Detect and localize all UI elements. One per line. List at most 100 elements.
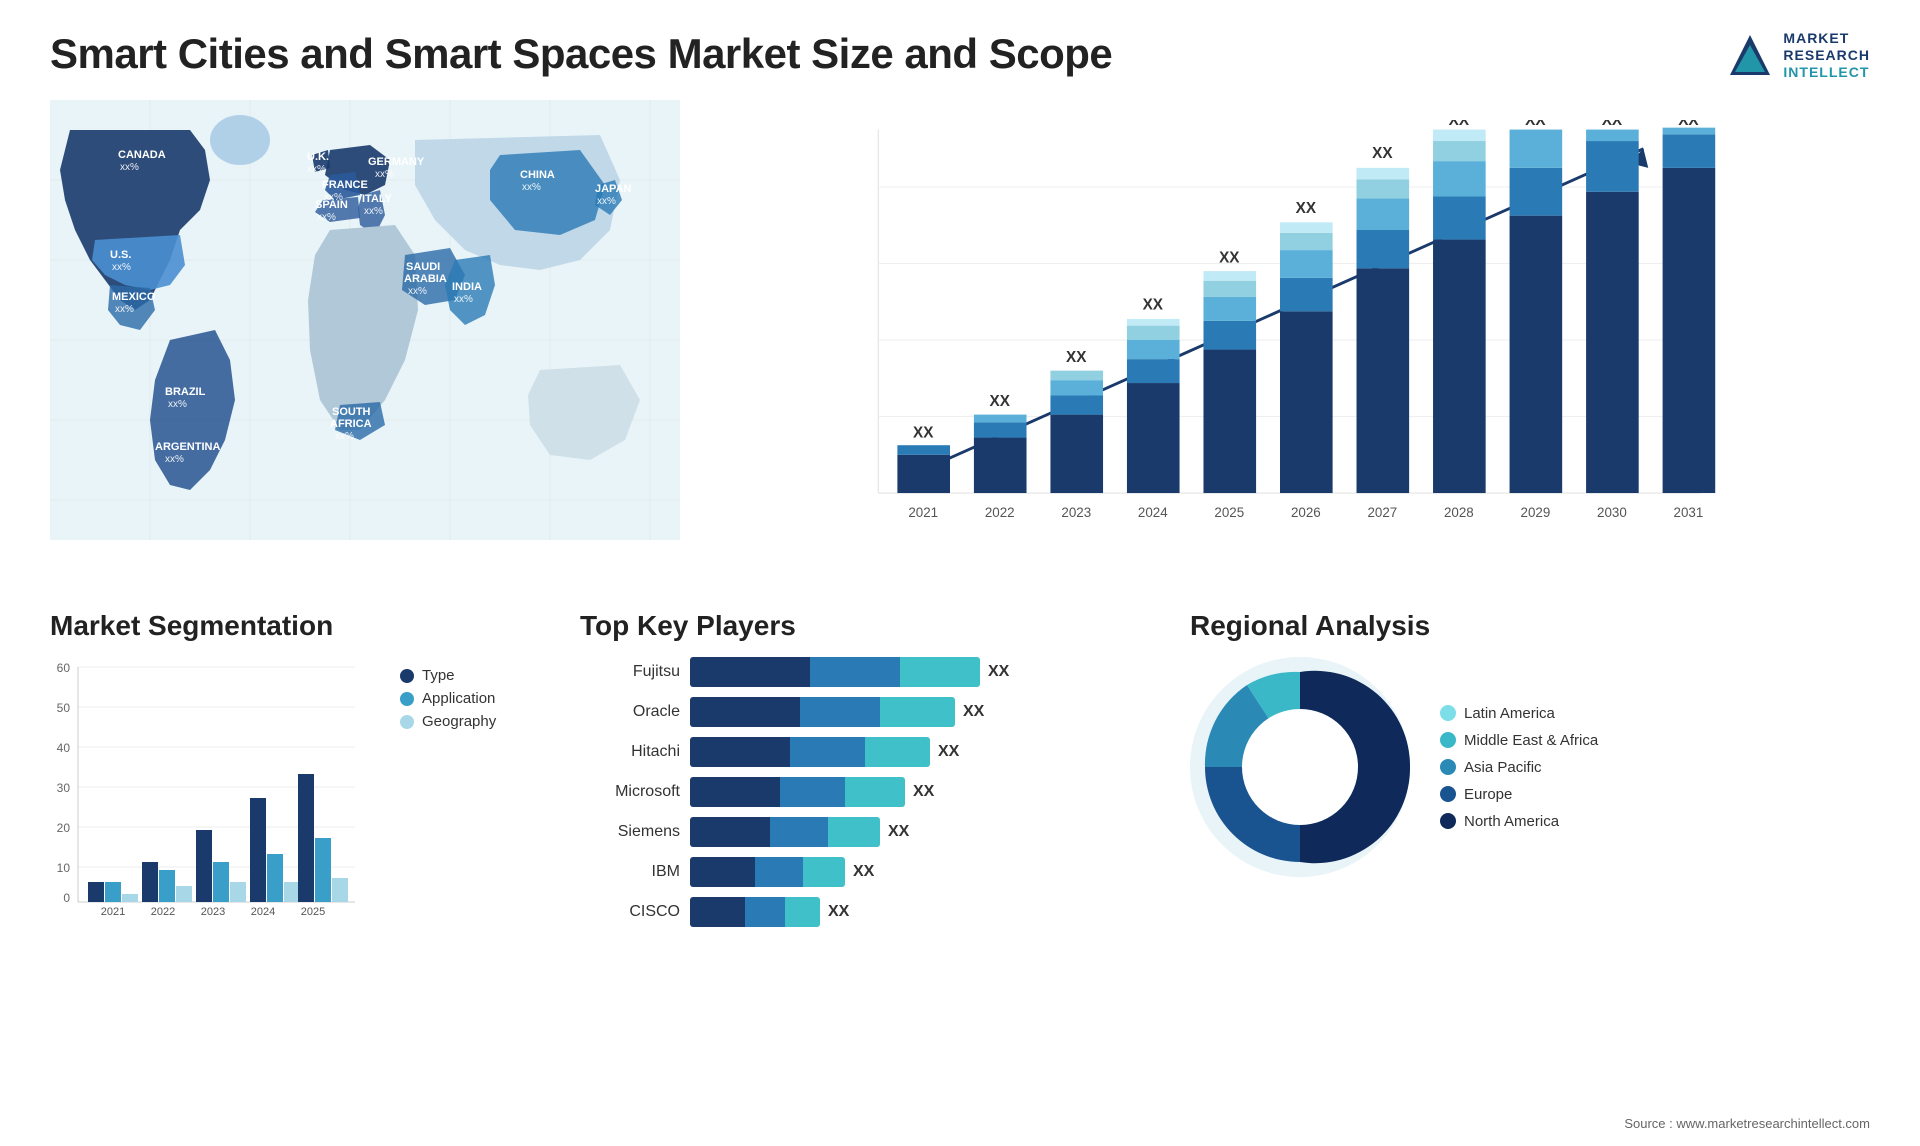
svg-text:0: 0	[63, 891, 70, 905]
market-seg-title: Market Segmentation	[50, 610, 550, 642]
svg-text:xx%: xx%	[168, 399, 187, 410]
svg-text:2027: 2027	[1367, 505, 1397, 520]
regional-analysis-title: Regional Analysis	[1190, 610, 1870, 642]
legend-dot-application	[400, 692, 414, 706]
legend-label-apac: Asia Pacific	[1464, 759, 1542, 776]
legend-dot-latin	[1440, 705, 1456, 721]
svg-text:2022: 2022	[151, 906, 175, 918]
bar-seg2	[755, 857, 803, 887]
bar-seg3	[828, 817, 880, 847]
bar-seg2	[780, 777, 845, 807]
page-title: Smart Cities and Smart Spaces Market Siz…	[50, 30, 1112, 78]
legend-label-geography: Geography	[422, 713, 496, 730]
player-bar-fujitsu: XX	[690, 657, 1160, 687]
svg-text:10: 10	[57, 861, 71, 875]
svg-text:JAPAN: JAPAN	[595, 183, 632, 195]
legend-dot-mea	[1440, 732, 1456, 748]
svg-text:2026: 2026	[1291, 505, 1321, 520]
svg-text:CHINA: CHINA	[520, 169, 555, 181]
svg-text:XX: XX	[1143, 297, 1164, 314]
seg-chart-and-legend: 60 50 40 30 20 10 0	[50, 657, 550, 927]
player-bar-siemens: XX	[690, 817, 1160, 847]
svg-text:XX: XX	[1449, 120, 1470, 129]
player-name-cisco: CISCO	[580, 903, 680, 921]
bar-seg2	[810, 657, 900, 687]
svg-text:ARABIA: ARABIA	[404, 273, 447, 285]
svg-text:XX: XX	[1296, 200, 1317, 217]
svg-text:xx%: xx%	[454, 294, 473, 305]
svg-text:XX: XX	[1219, 250, 1240, 267]
svg-text:xx%: xx%	[317, 212, 336, 223]
legend-item-geography: Geography	[400, 713, 496, 730]
svg-text:ITALY: ITALY	[362, 193, 393, 205]
svg-text:2030: 2030	[1597, 505, 1627, 520]
donut-area: Latin America Middle East & Africa Asia …	[1190, 657, 1870, 877]
svg-text:XX: XX	[1372, 146, 1393, 163]
svg-text:XX: XX	[1066, 349, 1087, 366]
svg-text:U.K.: U.K.	[307, 151, 329, 163]
svg-text:2024: 2024	[251, 906, 275, 918]
player-name-microsoft: Microsoft	[580, 783, 680, 801]
player-row-siemens: Siemens XX	[580, 817, 1160, 847]
bar-seg2	[800, 697, 880, 727]
legend-dot-geography	[400, 715, 414, 729]
player-row-hitachi: Hitachi XX	[580, 737, 1160, 767]
svg-text:AFRICA: AFRICA	[330, 418, 372, 430]
svg-text:XX: XX	[990, 393, 1011, 410]
svg-text:U.S.: U.S.	[110, 249, 131, 261]
bar-seg1	[690, 817, 770, 847]
key-players-title: Top Key Players	[580, 610, 1160, 642]
svg-text:50: 50	[57, 701, 71, 715]
svg-text:60: 60	[57, 661, 71, 675]
seg-chart-svg: 60 50 40 30 20 10 0	[50, 657, 360, 927]
player-row-ibm: IBM XX	[580, 857, 1160, 887]
legend-dot-apac	[1440, 759, 1456, 775]
bar-seg3	[900, 657, 980, 687]
legend-label-mea: Middle East & Africa	[1464, 732, 1598, 749]
legend-item-europe: Europe	[1440, 786, 1598, 803]
bar-seg3	[803, 857, 845, 887]
player-row-fujitsu: Fujitsu XX	[580, 657, 1160, 687]
logo-text: MARKET RESEARCH INTELLECT	[1783, 30, 1870, 80]
legend-item-na: North America	[1440, 813, 1598, 830]
bar-seg1	[690, 657, 810, 687]
key-players-section: Top Key Players Fujitsu XX	[580, 610, 1160, 927]
svg-text:2031: 2031	[1674, 505, 1704, 520]
svg-text:xx%: xx%	[375, 169, 394, 180]
canada-label: CANADA	[118, 149, 166, 161]
logo-box: MARKET RESEARCH INTELLECT	[1725, 30, 1870, 80]
legend-item-type: Type	[400, 667, 496, 684]
legend-item-latin: Latin America	[1440, 705, 1598, 722]
svg-text:xx%: xx%	[522, 182, 541, 193]
svg-text:2023: 2023	[201, 906, 225, 918]
bar-seg1	[690, 737, 790, 767]
legend-label-na: North America	[1464, 813, 1559, 830]
bar-seg3	[845, 777, 905, 807]
svg-text:SAUDI: SAUDI	[406, 261, 440, 273]
svg-text:30: 30	[57, 781, 71, 795]
legend-dot-na	[1440, 813, 1456, 829]
legend-dot-europe	[1440, 786, 1456, 802]
player-name-fujitsu: Fujitsu	[580, 663, 680, 681]
donut-chart	[1190, 657, 1410, 877]
svg-text:xx%: xx%	[335, 431, 354, 442]
legend-label-europe: Europe	[1464, 786, 1512, 803]
svg-text:xx%: xx%	[364, 206, 383, 217]
svg-text:2024: 2024	[1138, 505, 1168, 520]
svg-text:ARGENTINA: ARGENTINA	[155, 441, 220, 453]
svg-text:xx%: xx%	[115, 304, 134, 315]
market-segmentation: Market Segmentation 60 50 40 30 20 10 0	[50, 610, 550, 927]
legend-label-latin: Latin America	[1464, 705, 1555, 722]
player-row-oracle: Oracle XX	[580, 697, 1160, 727]
player-row-cisco: CISCO XX	[580, 897, 1160, 927]
player-row-microsoft: Microsoft XX	[580, 777, 1160, 807]
svg-text:2021: 2021	[101, 906, 125, 918]
svg-text:INDIA: INDIA	[452, 281, 482, 293]
player-bar-microsoft: XX	[690, 777, 1160, 807]
world-map: CANADA xx% U.S. xx% MEXICO xx% BRAZIL xx…	[50, 100, 680, 540]
bar-seg3	[880, 697, 955, 727]
bar-seg1	[690, 697, 800, 727]
source-text: Source : www.marketresearchintellect.com	[1624, 1116, 1870, 1131]
legend-item-mea: Middle East & Africa	[1440, 732, 1598, 749]
bar-seg2	[770, 817, 828, 847]
